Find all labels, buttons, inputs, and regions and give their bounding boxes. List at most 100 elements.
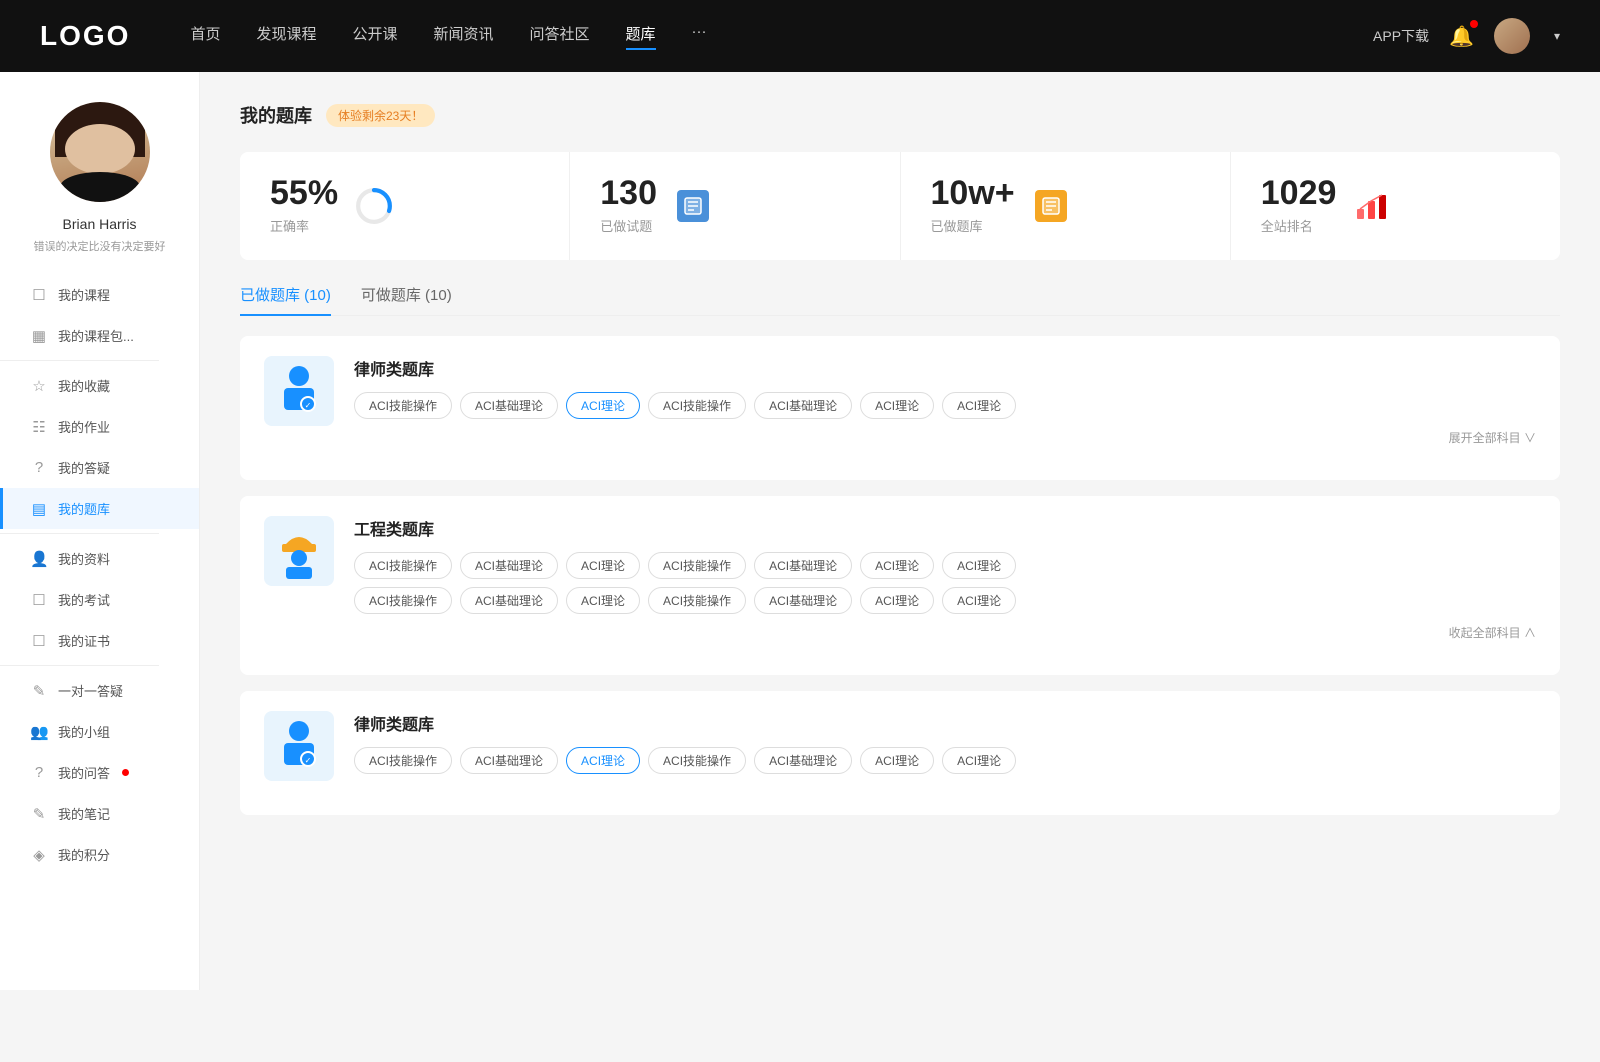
expand-link-2[interactable]: 收起全部科目 ∧ [354,624,1536,641]
tag-2-4[interactable]: ACI技能操作 [648,552,746,579]
tag-1-2[interactable]: ACI基础理论 [460,392,558,419]
expand-link-1[interactable]: 展开全部科目 ∨ [354,429,1536,446]
tag-2b-7[interactable]: ACI理论 [942,587,1016,614]
tag-2-3[interactable]: ACI理论 [566,552,640,579]
tag-2b-1[interactable]: ACI技能操作 [354,587,452,614]
tag-3-7[interactable]: ACI理论 [942,747,1016,774]
main-content: 我的题库 体验剩余23天！ 55% 正确率 130 [200,72,1600,990]
sidebar-username: Brian Harris [63,216,137,232]
nav-link-discover[interactable]: 发现课程 [256,23,316,50]
homework-icon: ☷ [30,418,48,436]
tag-2-5[interactable]: ACI基础理论 [754,552,852,579]
notification-dot [122,769,129,776]
stat-accuracy: 55% 正确率 [240,152,570,260]
sidebar-item-profile[interactable]: 👤 我的资料 [0,538,199,579]
sidebar-item-groups[interactable]: 👥 我的小组 [0,711,199,752]
tag-2b-4[interactable]: ACI技能操作 [648,587,746,614]
stat-done-questions-text: 130 已做试题 [600,176,657,236]
sidebar-item-certificate[interactable]: ☐ 我的证书 [0,620,199,661]
notes-icon: ✎ [30,805,48,823]
sidebar-item-points[interactable]: ◈ 我的积分 [0,834,199,875]
tag-2b-3[interactable]: ACI理论 [566,587,640,614]
nav-link-opencourse[interactable]: 公开课 [352,23,397,50]
user-avatar[interactable] [1494,18,1530,54]
stat-done-questions-icon [673,186,713,226]
tag-2-7[interactable]: ACI理论 [942,552,1016,579]
sidebar-item-homework[interactable]: ☷ 我的作业 [0,406,199,447]
tag-1-6[interactable]: ACI理论 [860,392,934,419]
nav-right: APP下载 🔔 ▾ [1373,18,1560,54]
tag-2b-2[interactable]: ACI基础理论 [460,587,558,614]
tag-2-2[interactable]: ACI基础理论 [460,552,558,579]
nav-link-qa[interactable]: 问答社区 [530,23,590,50]
bar-chart-icon [1355,191,1389,221]
stat-done-questions: 130 已做试题 [570,152,900,260]
tag-3-3[interactable]: ACI理论 [566,747,640,774]
tag-3-1[interactable]: ACI技能操作 [354,747,452,774]
book-blue-icon [677,190,709,222]
tag-2b-6[interactable]: ACI理论 [860,587,934,614]
sidebar-item-exam[interactable]: ☐ 我的考试 [0,579,199,620]
nav-link-home[interactable]: 首页 [190,23,220,50]
tag-1-4[interactable]: ACI技能操作 [648,392,746,419]
nav-link-news[interactable]: 新闻资讯 [434,23,494,50]
svg-text:✓: ✓ [305,401,312,410]
tag-3-4[interactable]: ACI技能操作 [648,747,746,774]
lawyer-icon-2: ✓ [264,711,334,781]
tag-1-7[interactable]: ACI理论 [942,392,1016,419]
tag-3-6[interactable]: ACI理论 [860,747,934,774]
svg-text:✓: ✓ [305,756,312,765]
nav-links: 首页 发现课程 公开课 新闻资讯 问答社区 题库 ··· [190,23,1373,50]
tab-available[interactable]: 可做题库 (10) [361,284,452,315]
sidebar-label-qa: 我的答疑 [58,458,110,477]
tag-3-2[interactable]: ACI基础理论 [460,747,558,774]
sidebar-label-exambank: 我的题库 [58,499,110,518]
stat-done-banks-text: 10w+ 已做题库 [931,176,1015,236]
sidebar-item-favorites[interactable]: ☆ 我的收藏 [0,365,199,406]
notification-bell[interactable]: 🔔 [1449,24,1474,49]
tab-done[interactable]: 已做题库 (10) [240,284,331,315]
avatar-dropdown-icon[interactable]: ▾ [1554,29,1560,43]
sidebar-item-myqa[interactable]: ? 我的问答 [0,752,199,793]
tag-1-5[interactable]: ACI基础理论 [754,392,852,419]
sidebar-item-exambank[interactable]: ▤ 我的题库 [0,488,199,529]
app-download-button[interactable]: APP下载 [1373,26,1429,46]
tag-2b-5[interactable]: ACI基础理论 [754,587,852,614]
page-wrapper: Brian Harris 错误的决定比没有决定要好 ☐ 我的课程 ▦ 我的课程包… [0,72,1600,990]
nav-link-exam[interactable]: 题库 [626,23,656,50]
exambank-icon: ▤ [30,500,48,518]
tag-1-1[interactable]: ACI技能操作 [354,392,452,419]
divider-2 [0,533,159,534]
stat-done-banks: 10w+ 已做题库 [901,152,1231,260]
engineer-svg [274,524,324,579]
bell-icon: 🔔 [1449,26,1474,48]
tag-2-6[interactable]: ACI理论 [860,552,934,579]
page-header: 我的题库 体验剩余23天！ [240,102,1560,128]
sidebar-label-homework: 我的作业 [58,417,110,436]
stat-ranking-text: 1029 全站排名 [1261,176,1337,236]
sidebar-item-1on1[interactable]: ✎ 一对一答疑 [0,670,199,711]
sidebar-item-course[interactable]: ☐ 我的课程 [0,274,199,315]
category-name-1: 律师类题库 [354,356,1536,380]
tags-row-2: ACI技能操作 ACI基础理论 ACI理论 ACI技能操作 ACI基础理论 AC… [354,552,1536,579]
divider-3 [0,665,159,666]
profile-icon: 👤 [30,550,48,568]
sidebar-item-coursepack[interactable]: ▦ 我的课程包... [0,315,199,356]
tags-row-3: ACI技能操作 ACI基础理论 ACI理论 ACI技能操作 ACI基础理论 AC… [354,747,1536,774]
tags-row-2b: ACI技能操作 ACI基础理论 ACI理论 ACI技能操作 ACI基础理论 AC… [354,587,1536,614]
sidebar-label-certificate: 我的证书 [58,631,110,650]
sidebar-item-qa[interactable]: ? 我的答疑 [0,447,199,488]
sidebar-label-favorites: 我的收藏 [58,376,110,395]
nav-link-more[interactable]: ··· [692,23,707,50]
tag-1-3[interactable]: ACI理论 [566,392,640,419]
tag-2-1[interactable]: ACI技能操作 [354,552,452,579]
sidebar-item-notes[interactable]: ✎ 我的笔记 [0,793,199,834]
sidebar-label-coursepack: 我的课程包... [58,326,134,345]
stat-done-banks-number: 10w+ [931,176,1015,210]
category-header-1: ✓ 律师类题库 ACI技能操作 ACI基础理论 ACI理论 ACI技能操作 AC… [264,356,1536,446]
sidebar-label-1on1: 一对一答疑 [58,681,123,700]
sidebar-label-groups: 我的小组 [58,722,110,741]
tag-3-5[interactable]: ACI基础理论 [754,747,852,774]
category-header-3: ✓ 律师类题库 ACI技能操作 ACI基础理论 ACI理论 ACI技能操作 AC… [264,711,1536,781]
stat-ranking-number: 1029 [1261,176,1337,210]
